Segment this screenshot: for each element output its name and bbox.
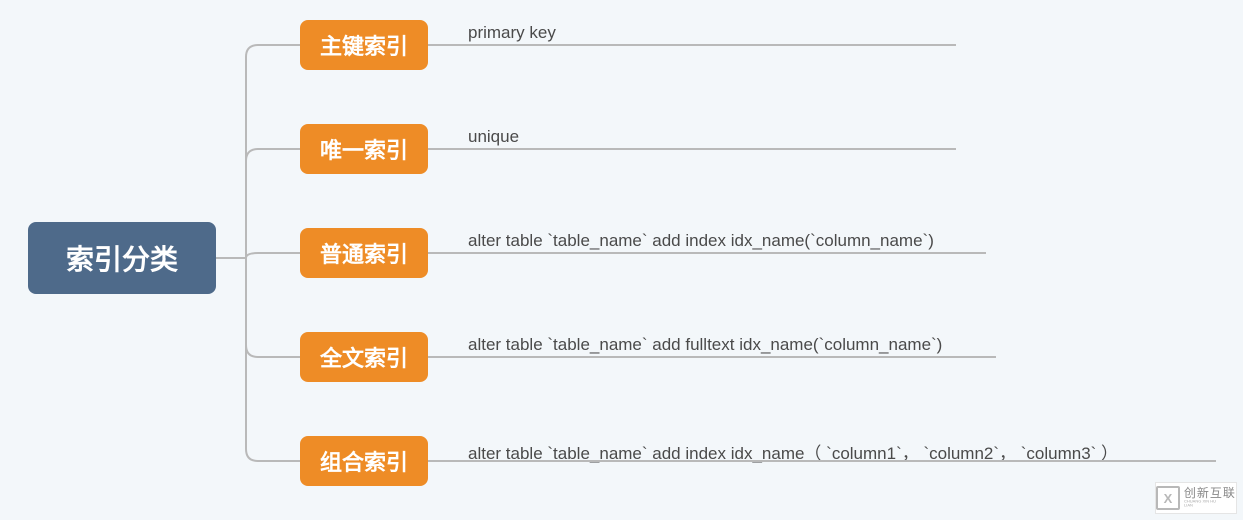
underline-3 [456, 356, 996, 358]
desc-unique: unique [468, 127, 519, 147]
watermark-cn: 创新互联 [1184, 487, 1236, 499]
desc-primary-key: primary key [468, 23, 556, 43]
child-node-primary-key[interactable]: 主键索引 [300, 20, 428, 70]
watermark-x-icon: X [1156, 486, 1180, 510]
child-node-fulltext[interactable]: 全文索引 [300, 332, 428, 382]
child-node-unique[interactable]: 唯一索引 [300, 124, 428, 174]
underline-4 [456, 460, 1216, 462]
watermark: X 创新互联 CHUANG XIN HU LIAN [1155, 482, 1237, 514]
desc-fulltext: alter table `table_name` add fulltext id… [468, 335, 942, 355]
underline-2 [456, 252, 986, 254]
child-node-composite[interactable]: 组合索引 [300, 436, 428, 486]
watermark-en: CHUANG XIN HU LIAN [1184, 500, 1226, 508]
underline-0 [456, 44, 956, 46]
underline-1 [456, 148, 956, 150]
child-node-normal[interactable]: 普通索引 [300, 228, 428, 278]
desc-normal: alter table `table_name` add index idx_n… [468, 231, 934, 251]
root-node[interactable]: 索引分类 [28, 222, 216, 294]
